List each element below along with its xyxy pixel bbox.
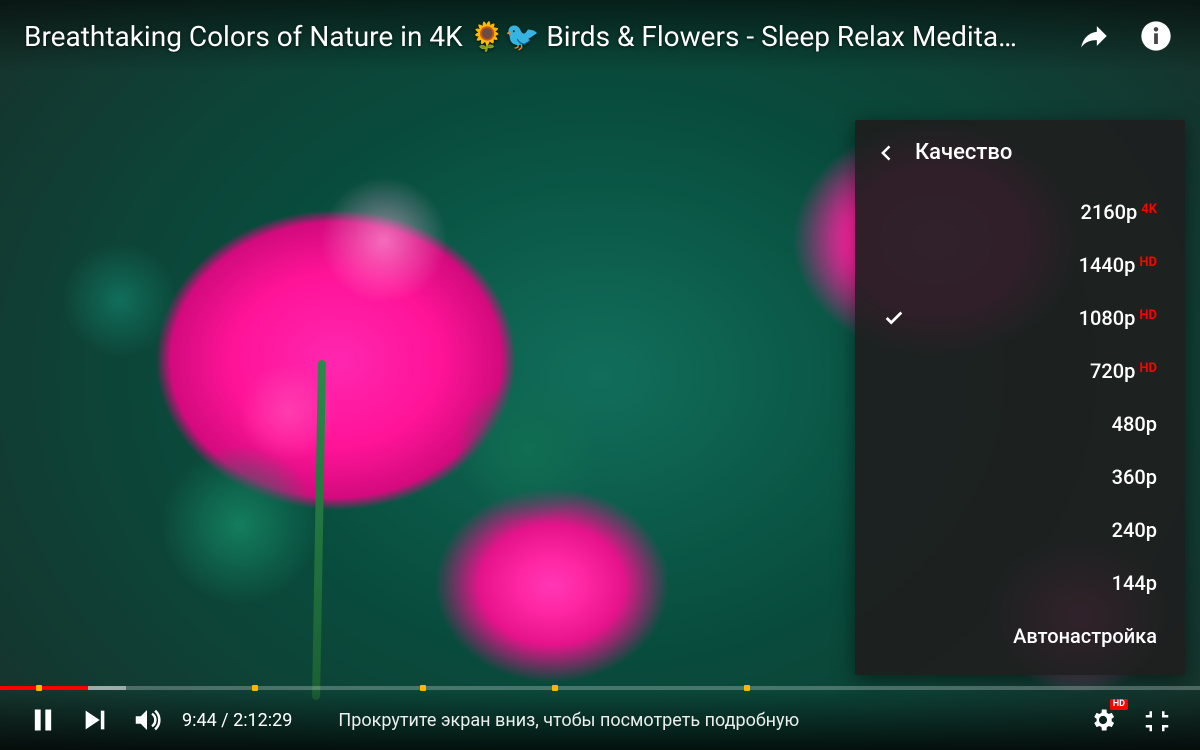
- quality-badge: HD: [1139, 361, 1157, 376]
- quality-badge: HD: [1139, 255, 1157, 270]
- time-current: 9:44: [182, 710, 217, 731]
- quality-option-1440p[interactable]: 1440pHD: [855, 238, 1185, 291]
- quality-option-label: 360p: [911, 465, 1157, 489]
- quality-option-480p[interactable]: 480p: [855, 397, 1185, 450]
- quality-badge: 4K: [1141, 202, 1157, 217]
- top-overlay: Breathtaking Colors of Nature in 4K 🌻🐦 B…: [0, 0, 1200, 72]
- chevron-left-icon: [877, 143, 897, 163]
- controls-bar: 9:44 / 2:12:29 Прокрутите экран вниз, чт…: [0, 690, 1200, 750]
- quality-option-автонастройка[interactable]: Автонастройка: [855, 609, 1185, 662]
- quality-menu-title: Качество: [915, 140, 1012, 165]
- info-overlay-text: Прокрутите экран вниз, чтобы посмотреть …: [338, 710, 1074, 731]
- exit-fullscreen-icon: [1142, 705, 1172, 735]
- quality-menu-back[interactable]: Качество: [855, 120, 1185, 185]
- video-player: Breathtaking Colors of Nature in 4K 🌻🐦 B…: [0, 0, 1200, 750]
- controls-right: HD: [1080, 697, 1180, 743]
- volume-icon: [132, 705, 162, 735]
- quality-option-720p[interactable]: 720pHD: [855, 344, 1185, 397]
- quality-option-label: Автонастройка: [911, 624, 1157, 648]
- info-button[interactable]: [1136, 16, 1176, 56]
- quality-options-list[interactable]: 2160p4K 1440pHD 1080pHD 720pHD 480p 360p 240p 1…: [855, 185, 1185, 675]
- quality-option-label: 1080pHD: [911, 306, 1157, 330]
- gear-icon: [1089, 706, 1117, 734]
- time-duration: 2:12:29: [233, 710, 292, 731]
- next-icon: [81, 706, 109, 734]
- quality-option-label: 480p: [911, 412, 1157, 436]
- quality-menu: Качество 2160p4K 1440pHD 1080pHD 720pHD 480p…: [855, 120, 1185, 675]
- video-title[interactable]: Breathtaking Colors of Nature in 4K 🌻🐦 B…: [24, 20, 1054, 53]
- quality-option-label: 720pHD: [911, 359, 1157, 383]
- share-button[interactable]: [1074, 16, 1114, 56]
- quality-option-label: 2160p4K: [911, 200, 1157, 224]
- exit-fullscreen-button[interactable]: [1134, 697, 1180, 743]
- quality-option-360p[interactable]: 360p: [855, 450, 1185, 503]
- next-button[interactable]: [72, 697, 118, 743]
- quality-option-label: 144p: [911, 571, 1157, 595]
- time-display: 9:44 / 2:12:29: [182, 710, 292, 731]
- settings-hd-badge: HD: [1110, 699, 1128, 710]
- quality-option-label: 1440pHD: [911, 253, 1157, 277]
- quality-option-240p[interactable]: 240p: [855, 503, 1185, 556]
- settings-button[interactable]: HD: [1080, 697, 1126, 743]
- top-actions: [1074, 16, 1176, 56]
- quality-option-1080p[interactable]: 1080pHD: [855, 291, 1185, 344]
- quality-badge: HD: [1139, 308, 1157, 323]
- volume-button[interactable]: [124, 697, 170, 743]
- pause-button[interactable]: [20, 697, 66, 743]
- quality-option-2160p[interactable]: 2160p4K: [855, 185, 1185, 238]
- quality-option-label: 240p: [911, 518, 1157, 542]
- check-icon: [877, 307, 911, 329]
- info-icon: [1140, 20, 1172, 52]
- share-icon: [1077, 19, 1111, 53]
- quality-option-144p[interactable]: 144p: [855, 556, 1185, 609]
- pause-icon: [29, 706, 57, 734]
